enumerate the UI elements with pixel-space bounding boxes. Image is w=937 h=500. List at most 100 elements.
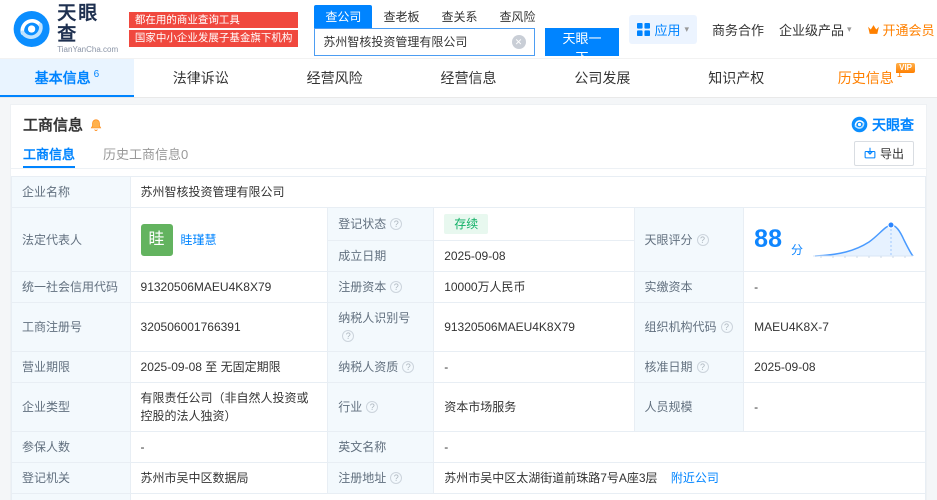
chevron-down-icon: [847, 24, 852, 35]
value-insured-count: -: [129, 431, 329, 463]
table-row: 营业期限 2025-09-08 至 无固定期限 纳税人资质 - 核准日期 202…: [11, 351, 926, 383]
label-industry: 行业: [327, 382, 435, 432]
tab-intellectual-property-label: 知识产权: [708, 70, 765, 86]
organization-code-label-text: 组织机构代码: [644, 320, 717, 334]
subtab-history-business-info[interactable]: 历史工商信息0: [103, 138, 188, 168]
tab-legal-litigation[interactable]: 法律诉讼: [134, 59, 268, 97]
tab-intellectual-property[interactable]: 知识产权: [669, 59, 803, 97]
value-registered-capital: 10000万人民币: [433, 271, 635, 303]
industry-label-text: 行业: [338, 400, 363, 414]
promo-line-2: 国家中小企业发展子基金旗下机构: [128, 30, 299, 47]
info-icon[interactable]: [696, 233, 709, 246]
table-row: 统一社会信用代码 91320506MAEU4K8X79 注册资本 10000万人…: [11, 271, 926, 303]
value-company-name: 苏州智核投资管理有限公司: [129, 176, 927, 208]
search-tab-relation[interactable]: 查关系: [430, 5, 488, 28]
business-info-subtabs: 工商信息 历史工商信息0 导出: [11, 138, 926, 169]
legal-rep-name-link[interactable]: 眭瑾慧: [181, 231, 217, 249]
registered-address-label-text: 注册地址: [338, 471, 387, 485]
value-taxpayer-qualification: -: [433, 351, 635, 383]
business-cooperation-label: 商务合作: [711, 22, 764, 38]
tab-operation-info-label: 经营信息: [440, 70, 497, 86]
label-company-name: 企业名称: [11, 176, 131, 208]
value-staff-size: -: [743, 382, 926, 432]
tab-operation-info[interactable]: 经营信息: [402, 59, 536, 97]
search-tab-company[interactable]: 查公司: [314, 4, 373, 28]
value-tianyan-score: 88 分: [743, 207, 926, 272]
tab-company-development[interactable]: 公司发展: [535, 59, 669, 97]
value-registration-status: 存续: [433, 207, 635, 241]
label-establish-date: 成立日期: [327, 240, 435, 272]
export-icon: [864, 147, 876, 159]
search-area: 查公司 查老板 查关系 查风险 天眼一下: [314, 3, 620, 65]
info-icon[interactable]: [390, 472, 403, 484]
main-content: 工商信息 天眼查 工商信息 历史工商信息0 导出 企业名称 苏州智核投资管理有限…: [0, 98, 937, 500]
open-membership-menu[interactable]: 开通会员: [867, 20, 937, 39]
taxpayer-id-label-text: 纳税人识别号: [338, 311, 411, 325]
tab-operation-risk[interactable]: 经营风险: [268, 59, 402, 97]
info-icon[interactable]: [696, 361, 709, 373]
apps-label: 应用: [654, 22, 681, 38]
value-paid-capital: -: [743, 271, 926, 303]
tab-operation-risk-label: 经营风险: [306, 70, 363, 86]
brand-domain: TianYanCha.com: [57, 45, 119, 55]
table-row: 企业名称 苏州智核投资管理有限公司: [11, 176, 927, 208]
tab-basic-info[interactable]: 基本信息 6: [0, 59, 134, 97]
table-row: 法定代表人 眭 眭瑾慧 登记状态 存续 天眼评分: [11, 207, 926, 272]
apps-menu[interactable]: 应用: [629, 14, 697, 44]
value-organization-code: MAEU4K8X-7: [743, 302, 926, 352]
value-credit-code: 91320506MAEU4K8X79: [129, 271, 329, 303]
tab-company-development-label: 公司发展: [574, 70, 631, 86]
info-icon[interactable]: [720, 321, 733, 333]
nearby-companies-link[interactable]: 附近公司: [671, 471, 719, 485]
value-registration-number: 320506001766391: [129, 302, 329, 352]
score-chart: [813, 221, 914, 258]
table-row: 参保人数 - 英文名称 -: [11, 431, 926, 463]
info-icon[interactable]: [366, 401, 379, 413]
info-icon[interactable]: [390, 281, 403, 293]
label-organization-code: 组织机构代码: [633, 302, 745, 352]
tianyancha-logo[interactable]: 天眼查 TianYanCha.com: [12, 2, 119, 55]
search-box[interactable]: [314, 27, 535, 56]
enterprise-products-label: 企业级产品: [779, 22, 845, 38]
enterprise-products-menu[interactable]: 企业级产品: [779, 20, 852, 39]
search-tabs: 查公司 查老板 查关系 查风险: [314, 4, 619, 28]
tab-basic-info-count: 6: [93, 68, 100, 80]
clear-icon[interactable]: [511, 34, 526, 49]
table-row: 经营范围 一般项目：股权投资；创业投资（限投资未上市企业）；以自有资金从事投资活…: [11, 493, 927, 500]
search-tab-risk[interactable]: 查风险: [488, 5, 546, 28]
search-input[interactable]: [323, 34, 512, 49]
export-button[interactable]: 导出: [853, 140, 914, 166]
tab-history-info[interactable]: 历史信息 1 VIP: [803, 59, 937, 97]
info-icon[interactable]: [342, 330, 355, 342]
table-row: 登记机关 苏州市吴中区数据局 注册地址 苏州市吴中区太湖街道前珠路7号A座3层 …: [11, 462, 926, 494]
label-business-term: 营业期限: [11, 351, 131, 383]
value-approval-date: 2025-09-08: [743, 351, 926, 383]
search-button[interactable]: 天眼一下: [544, 27, 620, 65]
value-company-type: 有限责任公司（非自然人投资或控股的法人独资）: [129, 382, 329, 432]
info-icon[interactable]: [402, 361, 415, 373]
brand-name: 天眼查: [57, 2, 100, 45]
subtab-business-info[interactable]: 工商信息: [23, 138, 75, 168]
card-brand-text: 天眼查: [872, 116, 914, 133]
value-english-name: -: [433, 431, 926, 463]
search-tab-boss[interactable]: 查老板: [372, 5, 430, 28]
table-row: 企业类型 有限责任公司（非自然人投资或控股的法人独资） 行业 资本市场服务 人员…: [11, 382, 926, 432]
value-business-scope: 一般项目：股权投资；创业投资（限投资未上市企业）；以自有资金从事投资活动；融资咨…: [129, 493, 927, 500]
subscribe-bell-icon[interactable]: [89, 118, 103, 132]
taxpayer-qualification-label-text: 纳税人资质: [338, 360, 399, 374]
top-bar: 天眼查 TianYanCha.com 都在用的商业查询工具 国家中小企业发展子基…: [0, 0, 937, 65]
label-approval-date: 核准日期: [633, 351, 745, 383]
open-membership-label: 开通会员: [882, 22, 935, 38]
label-legal-representative: 法定代表人: [11, 207, 131, 272]
company-section-tabs: 基本信息 6 法律诉讼 经营风险 经营信息 公司发展 知识产权 历史信息 1 V…: [0, 58, 937, 98]
info-icon[interactable]: [390, 218, 403, 230]
label-company-type: 企业类型: [11, 382, 131, 432]
label-tianyan-score: 天眼评分: [633, 207, 745, 272]
business-cooperation-link[interactable]: 商务合作: [712, 20, 764, 39]
value-registered-address: 苏州市吴中区太湖街道前珠路7号A座3层 附近公司: [433, 462, 926, 494]
label-registered-address: 注册地址: [327, 462, 435, 494]
label-english-name: 英文名称: [327, 431, 435, 463]
tab-legal-litigation-label: 法律诉讼: [172, 70, 229, 86]
export-label: 导出: [879, 146, 904, 161]
registration-status-label-text: 登记状态: [338, 217, 387, 231]
